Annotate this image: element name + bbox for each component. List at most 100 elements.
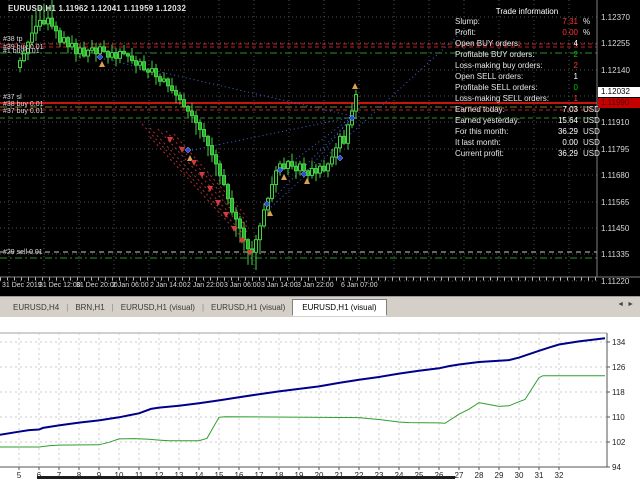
trade-info-row: Loss-making SELL orders: 1 [452,93,612,104]
trade-info-unit: USD [583,116,600,125]
candle-body [318,165,322,174]
candle-body [338,135,342,149]
candle-body [46,17,50,25]
order-line-label: #38 tp [3,36,23,43]
y-tick-label: 102 [612,438,626,447]
candle-body [354,94,358,112]
y-tick-label: 134 [612,338,626,347]
tab-scroll-controls: ◄► [617,301,637,308]
main-chart-panel[interactable]: #38 tp #39 buy 0.01 #1 buy 0.01 #37 sl #38 b… [0,0,640,296]
candle-body [50,17,54,27]
trade-line [267,29,465,211]
series-balance-line [0,337,606,436]
candle-body [270,184,274,199]
up-arrow-icon [99,61,105,67]
candle-body [18,60,22,69]
order-line-label: #29 sell 0.01 [3,249,43,256]
candle-body [254,239,258,253]
order-line-label: #1 buy 0.01 [3,48,40,55]
tester-graph-panel[interactable]: 5678910111213141516171819202122232425262… [0,317,640,480]
candle-body [298,163,302,172]
candle-body [78,47,82,55]
candle-body [38,19,42,27]
trade-info-unit: % [583,17,591,26]
candle-body [334,147,338,158]
candle-body [242,227,246,241]
trade-info-row: Current profit: 36.29 USD [452,148,612,159]
tab-eurusd-h1-visual--3[interactable]: EURUSD,H1 (visual) [204,303,292,312]
y-tick-label: 118 [612,388,625,397]
trade-info-row: Slump: 7.31% [452,16,612,27]
candle-body [294,165,298,172]
tab-scroll-right-icon[interactable]: ► [627,301,637,308]
candle-body [246,239,250,250]
candle-body [238,218,242,229]
chart-tabs: EURUSD,H4 | BRN,H1 | EURUSD,H1 (visual) | EURU… [6,297,387,317]
y-tick-label: 110 [612,413,625,422]
trade-info-value: 0.00 [562,28,578,37]
candle-body [30,32,34,43]
tab-scroll-left-icon[interactable]: ◄ [617,301,627,308]
down-arrow-icon [167,137,173,143]
x-tick-label: 30 [515,471,524,480]
x-tick-label: 27 [455,471,464,480]
candle-body [34,25,38,34]
candle-body [206,135,210,147]
tab-eurusd-h1-visual--2[interactable]: EURUSD,H1 (visual) [114,303,202,312]
trade-info-value: 7.31 [562,17,578,26]
trade-info-value: 1 [573,94,578,103]
candle-body [102,46,106,52]
y-tick-label: 126 [612,363,626,372]
balance-graph-canvas[interactable]: 5678910111213141516171819202122232425262… [0,317,640,480]
candle-body [118,50,122,59]
candle-body [310,168,314,176]
candle-body [210,145,214,156]
candle-body [82,47,86,57]
up-arrow-icon [352,83,358,89]
candle-body [330,156,334,165]
candle-body [42,19,46,25]
candle-body [226,184,230,199]
y-tick-label: 94 [612,463,621,472]
tab-eurusd-h1-visual--4[interactable]: EURUSD,H1 (visual) [292,298,387,316]
trade-info-row: Open BUY orders: 4 [452,38,612,49]
up-arrow-icon [304,178,310,184]
candle-body [106,50,110,58]
candle-body [154,68,158,78]
candle-body [314,168,318,174]
trade-information-title: Trade information [495,7,559,16]
candle-body [170,85,174,91]
graph-baseline-bar [37,476,455,479]
candle-body [62,37,66,43]
trade-info-row: Loss-making buy orders: 2 [452,60,612,71]
candle-body [178,94,182,101]
trade-info-row: Open SELL orders: 1 [452,71,612,82]
trade-info-value: 4 [573,39,578,48]
tab-brn-h1-1[interactable]: BRN,H1 [68,303,111,312]
chart-tab-bar: EURUSD,H4 | BRN,H1 | EURUSD,H1 (visual) | EURU… [0,296,640,317]
chart-ohlc-header: EURUSD,H1 1.11962 1.12041 1.11959 1.1203… [8,4,187,13]
candle-body [174,89,178,96]
mt4-tester-window: #38 tp #39 buy 0.01 #1 buy 0.01 #37 sl #38 b… [0,0,640,480]
trade-info-value: 2 [573,61,578,70]
trade-info-row: Earned yesterday: 15.64 USD [452,115,612,126]
candle-body [186,106,190,112]
candle-body [306,170,310,176]
candle-body [282,163,286,170]
candle-body [94,47,98,55]
trade-info-value: 2 [573,50,578,59]
x-tick-label: 31 [535,471,544,480]
x-tick-label: 29 [495,471,504,480]
trade-info-row: It last month: 0.00 USD [452,137,612,148]
trade-info-row: Earned today: 7.03 USD [452,104,612,115]
candle-body [274,170,278,186]
candle-body [66,37,70,48]
candle-body [162,78,166,82]
trade-info-value: 15.64 [557,116,578,125]
trade-info-unit: USD [583,105,600,114]
tab-eurusd-h4-0[interactable]: EURUSD,H4 [6,303,66,312]
buy-entry-diamond-icon [184,146,192,154]
candle-body [114,52,118,59]
candle-body [58,30,62,43]
candle-body [122,50,126,55]
